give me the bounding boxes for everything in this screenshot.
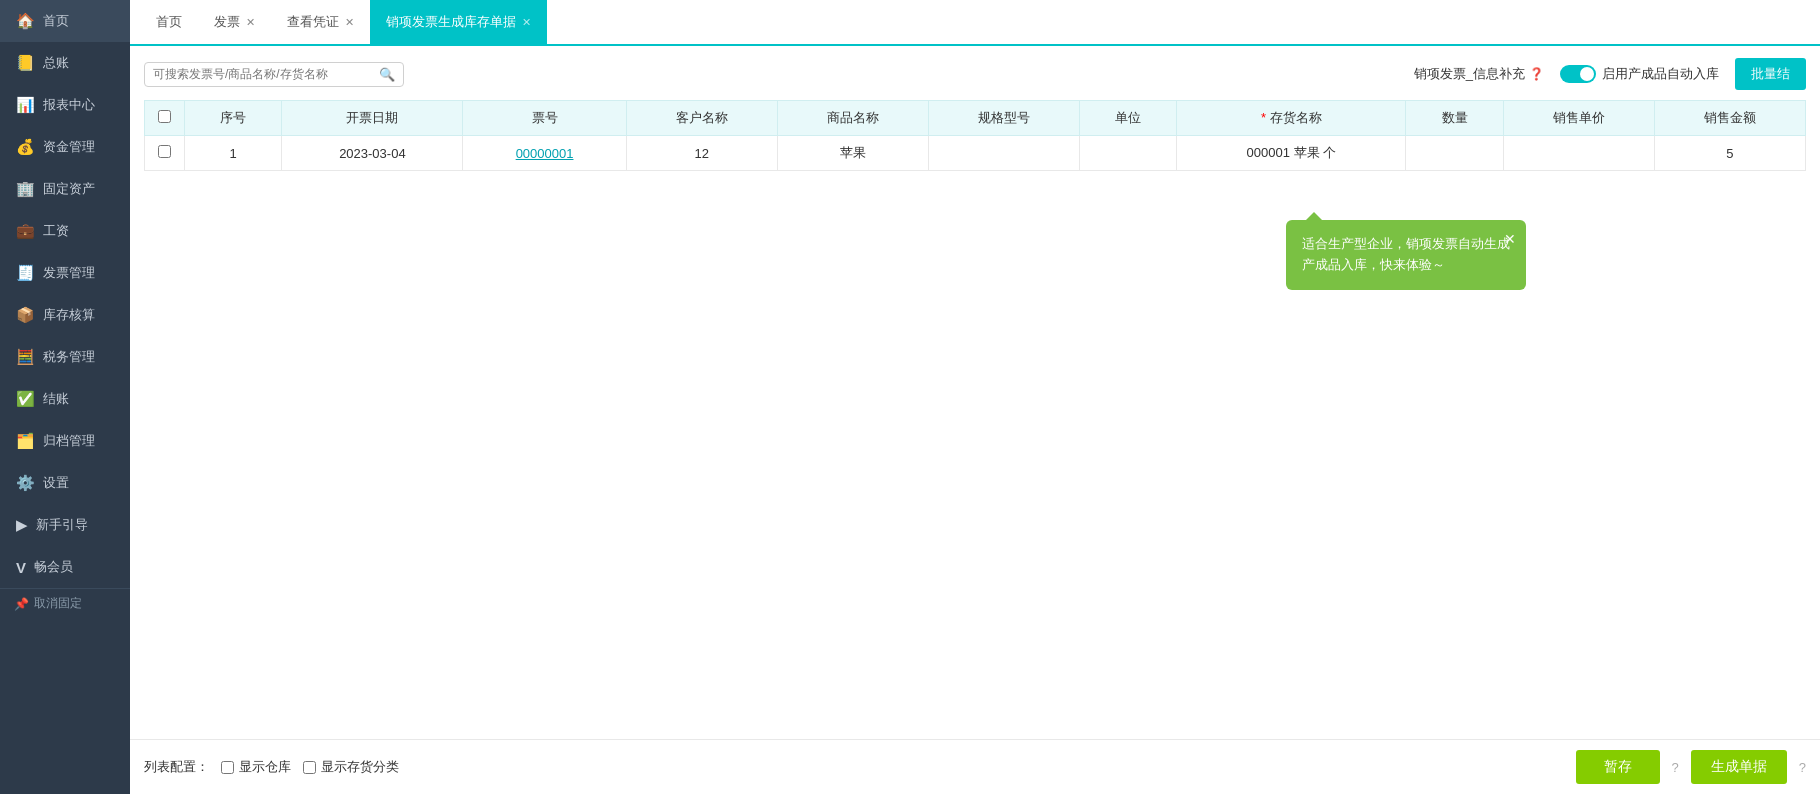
tab-voucher[interactable]: 查看凭证 ✕: [271, 0, 370, 46]
row-qty: [1406, 136, 1503, 171]
home-icon: 🏠: [16, 12, 35, 30]
show-category-checkbox[interactable]: [303, 761, 316, 774]
table-row: 1 2023-03-04 00000001 12 苹果 000001 苹果 个 …: [145, 136, 1806, 171]
content-area: 🔍 销项发票_信息补充 ❓ 启用产成品自动入库 批量结: [130, 46, 1820, 739]
list-config: 列表配置： 显示仓库 显示存货分类: [144, 758, 399, 776]
sidebar-item-tax[interactable]: 🧮 税务管理: [0, 336, 130, 378]
search-input[interactable]: [153, 67, 375, 81]
col-number: 票号: [463, 101, 626, 136]
row-product: 苹果: [777, 136, 928, 171]
sidebar-item-salary[interactable]: 💼 工资: [0, 210, 130, 252]
unpin-button[interactable]: 📌 取消固定: [0, 588, 130, 618]
fixed-assets-icon: 🏢: [16, 180, 35, 198]
tab-home[interactable]: 首页: [140, 0, 198, 46]
sidebar-item-fixed-assets[interactable]: 🏢 固定资产: [0, 168, 130, 210]
tooltip-close-button[interactable]: ✕: [1504, 228, 1516, 250]
sidebar-item-home[interactable]: 🏠 首页: [0, 0, 130, 42]
pin-icon: 📌: [14, 597, 29, 611]
invoice-mgmt-icon: 🧾: [16, 264, 35, 282]
row-seq: 1: [185, 136, 282, 171]
row-unit: [1080, 136, 1177, 171]
table-wrap: 序号 开票日期 票号 客户名称 商品名称 规格型号 单位 存货名称 数量 销售单…: [144, 100, 1806, 739]
row-spec: [928, 136, 1079, 171]
sidebar-item-invoice-mgmt[interactable]: 🧾 发票管理: [0, 252, 130, 294]
generate-button[interactable]: 生成单据: [1691, 750, 1787, 784]
tab-generate[interactable]: 销项发票生成库存单据 ✕: [370, 0, 547, 46]
col-unit: 单位: [1080, 101, 1177, 136]
right-toolbar: 销项发票_信息补充 ❓ 启用产成品自动入库 批量结: [1414, 58, 1806, 90]
tooltip-text: 适合生产型企业，销项发票自动生成产成品入库，快来体验～: [1302, 236, 1510, 272]
row-date: 2023-03-04: [282, 136, 463, 171]
row-amount: 5: [1654, 136, 1805, 171]
settings-icon: ⚙️: [16, 474, 35, 492]
main-area: 首页 发票 ✕ 查看凭证 ✕ 销项发票生成库存单据 ✕ 🔍 销项发票_信息补充 …: [130, 0, 1820, 794]
sidebar-item-inventory[interactable]: 📦 库存核算: [0, 294, 130, 336]
sidebar-item-archive[interactable]: 🗂️ 归档管理: [0, 420, 130, 462]
reports-icon: 📊: [16, 96, 35, 114]
sidebar: 🏠 首页 📒 总账 📊 报表中心 💰 资金管理 🏢 固定资产 💼 工资 🧾 发票…: [0, 0, 130, 794]
col-customer: 客户名称: [626, 101, 777, 136]
search-icon: 🔍: [379, 67, 395, 82]
sidebar-item-reports[interactable]: 📊 报表中心: [0, 84, 130, 126]
col-unit-price: 销售单价: [1503, 101, 1654, 136]
sidebar-item-capital[interactable]: 💰 资金管理: [0, 126, 130, 168]
tab-generate-close[interactable]: ✕: [522, 16, 531, 29]
toolbar-row: 🔍 销项发票_信息补充 ❓ 启用产成品自动入库 批量结: [144, 58, 1806, 90]
row-checkbox[interactable]: [158, 145, 171, 158]
capital-icon: 💰: [16, 138, 35, 156]
guide-icon: ▶: [16, 516, 28, 534]
col-qty: 数量: [1406, 101, 1503, 136]
tab-invoice[interactable]: 发票 ✕: [198, 0, 271, 46]
batch-button[interactable]: 批量结: [1735, 58, 1806, 90]
sidebar-item-guide[interactable]: ▶ 新手引导: [0, 504, 130, 546]
bottom-bar: 列表配置： 显示仓库 显示存货分类 暂存 ? 生成单据 ?: [130, 739, 1820, 794]
tooltip-popup: ✕ 适合生产型企业，销项发票自动生成产成品入库，快来体验～: [1286, 220, 1526, 290]
archive-icon: 🗂️: [16, 432, 35, 450]
save-button[interactable]: 暂存: [1576, 750, 1660, 784]
row-number: 00000001: [463, 136, 626, 171]
info-label: 销项发票_信息补充 ❓: [1414, 65, 1544, 83]
save-help-icon[interactable]: ?: [1672, 760, 1679, 775]
sidebar-item-ledger[interactable]: 📒 总账: [0, 42, 130, 84]
row-number-link[interactable]: 00000001: [516, 146, 574, 161]
toggle-container: 启用产成品自动入库: [1560, 65, 1719, 83]
row-customer: 12: [626, 136, 777, 171]
show-category-label[interactable]: 显示存货分类: [303, 758, 399, 776]
vip-icon: V: [16, 559, 26, 576]
action-buttons: 暂存 ? 生成单据 ?: [1576, 750, 1806, 784]
row-checkbox-cell: [145, 136, 185, 171]
show-warehouse-checkbox[interactable]: [221, 761, 234, 774]
tab-bar: 首页 发票 ✕ 查看凭证 ✕ 销项发票生成库存单据 ✕: [130, 0, 1820, 46]
sidebar-item-closing[interactable]: ✅ 结账: [0, 378, 130, 420]
salary-icon: 💼: [16, 222, 35, 240]
tab-voucher-close[interactable]: ✕: [345, 16, 354, 29]
col-checkbox: [145, 101, 185, 136]
col-amount: 销售金额: [1654, 101, 1805, 136]
show-warehouse-label[interactable]: 显示仓库: [221, 758, 291, 776]
sidebar-item-vip[interactable]: V 畅会员: [0, 546, 130, 588]
row-unit-price: [1503, 136, 1654, 171]
tab-invoice-close[interactable]: ✕: [246, 16, 255, 29]
tax-icon: 🧮: [16, 348, 35, 366]
col-seq: 序号: [185, 101, 282, 136]
row-inventory: 000001 苹果 个: [1177, 136, 1406, 171]
info-icon[interactable]: ❓: [1529, 67, 1544, 81]
col-date: 开票日期: [282, 101, 463, 136]
select-all-checkbox[interactable]: [158, 110, 171, 123]
ledger-icon: 📒: [16, 54, 35, 72]
main-table: 序号 开票日期 票号 客户名称 商品名称 规格型号 单位 存货名称 数量 销售单…: [144, 100, 1806, 171]
inventory-icon: 📦: [16, 306, 35, 324]
generate-help-icon[interactable]: ?: [1799, 760, 1806, 775]
search-box[interactable]: 🔍: [144, 62, 404, 87]
auto-warehouse-toggle[interactable]: [1560, 65, 1596, 83]
closing-icon: ✅: [16, 390, 35, 408]
col-inventory: 存货名称: [1177, 101, 1406, 136]
col-spec: 规格型号: [928, 101, 1079, 136]
sidebar-item-settings[interactable]: ⚙️ 设置: [0, 462, 130, 504]
col-product: 商品名称: [777, 101, 928, 136]
